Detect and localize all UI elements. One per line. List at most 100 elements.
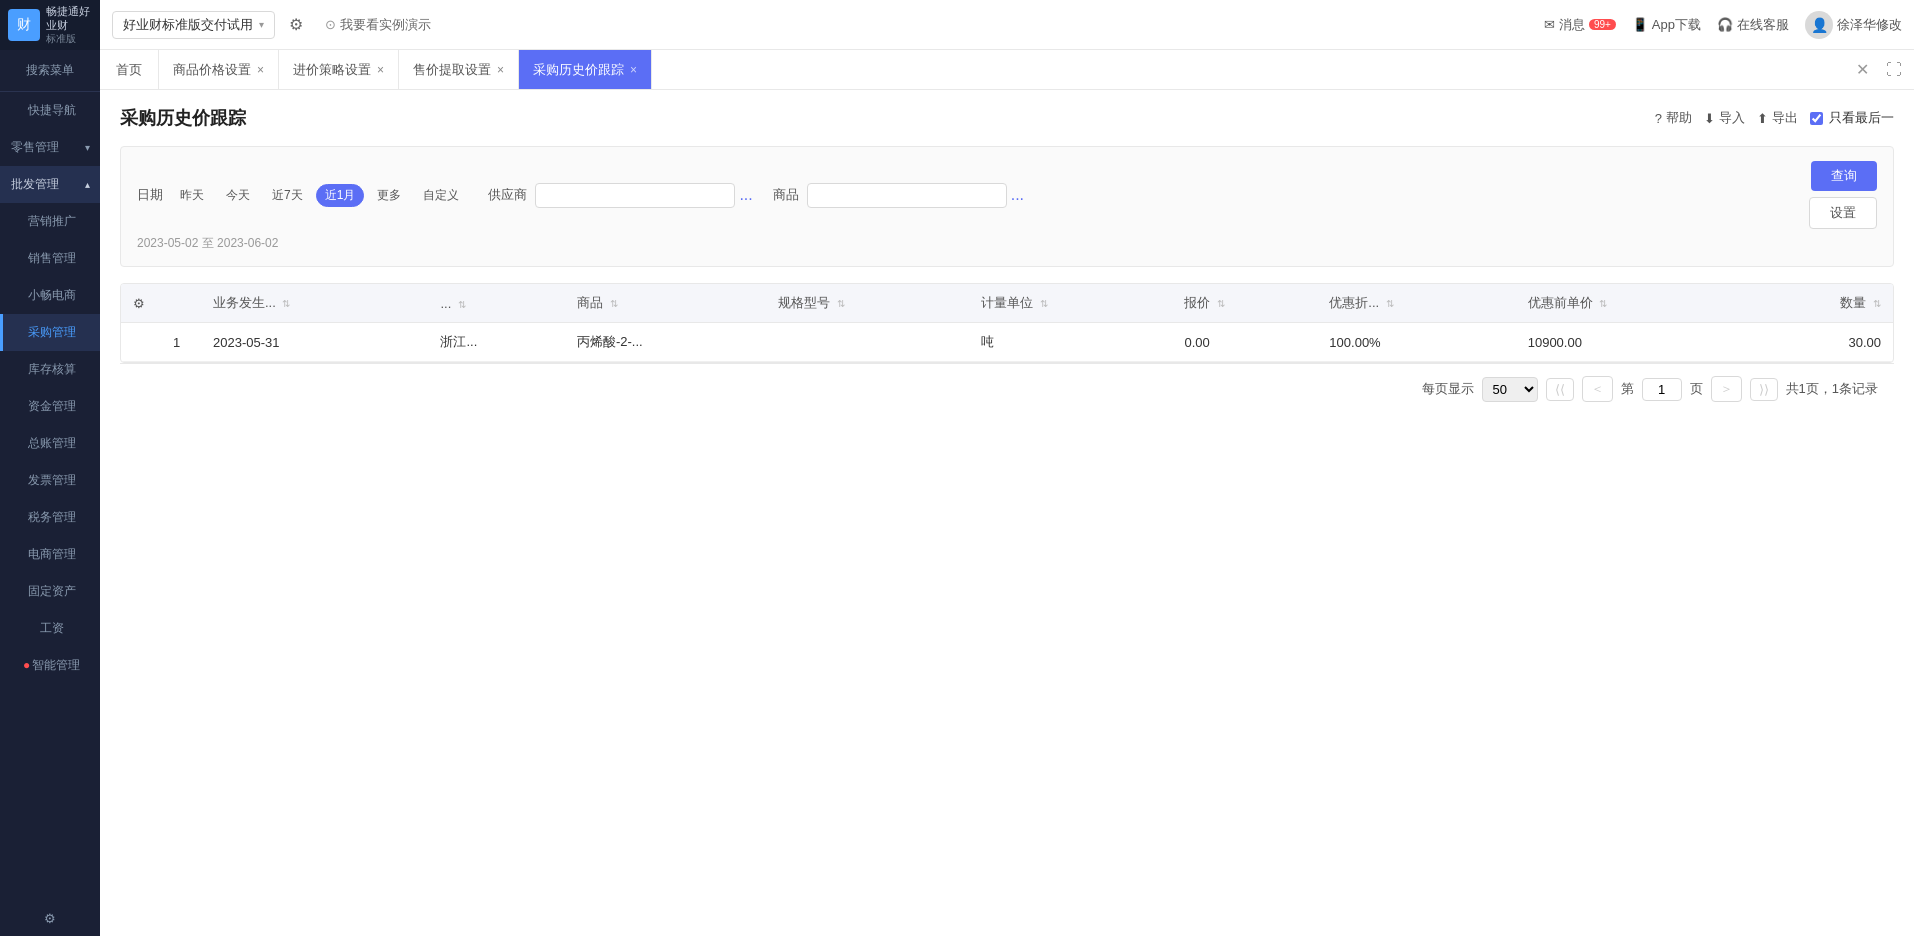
sidebar-item-marketing[interactable]: 营销推广: [0, 203, 100, 240]
tab-price-close[interactable]: ×: [257, 63, 264, 77]
sort-icon-goods: ⇅: [610, 298, 618, 309]
page-input[interactable]: [1642, 378, 1682, 401]
settings-icon-button[interactable]: ⚙: [285, 11, 307, 38]
tab-bar-end: ✕ ⛶: [1842, 58, 1914, 82]
sidebar-item-sales[interactable]: 销售管理: [0, 240, 100, 277]
table-row: 1 2023-05-31 浙江... 丙烯酸-2-... 吨 0.00 100.…: [121, 323, 1893, 362]
date-btn-last1m[interactable]: 近1月: [316, 184, 365, 207]
tab-sale-extract[interactable]: 售价提取设置 ×: [399, 50, 519, 89]
tab-expand-button[interactable]: ⛶: [1882, 58, 1906, 82]
online-service-button[interactable]: 🎧 在线客服: [1717, 16, 1789, 34]
supplier-input[interactable]: [535, 183, 735, 208]
tab-close-all-button[interactable]: ✕: [1850, 58, 1874, 82]
only-last-checkbox[interactable]: [1810, 112, 1823, 125]
row-unit-cell: 吨: [969, 323, 1172, 362]
tab-sale-extract-close[interactable]: ×: [497, 63, 504, 77]
table-col-biz-date[interactable]: 业务发生... ⇅: [201, 284, 428, 323]
table-col-discount[interactable]: 优惠折... ⇅: [1317, 284, 1515, 323]
data-table-wrap: ⚙ 业务发生... ⇅ ... ⇅ 商品 ⇅: [120, 283, 1894, 363]
message-button[interactable]: ✉ 消息 99+: [1544, 16, 1616, 34]
supplier-filter-label: 供应商: [488, 186, 527, 204]
date-btn-today[interactable]: 今天: [217, 184, 259, 207]
app-download-button[interactable]: 📱 App下载: [1632, 16, 1701, 34]
date-btn-custom[interactable]: 自定义: [414, 184, 468, 207]
tab-history-price[interactable]: 采购历史价跟踪 ×: [519, 50, 652, 89]
sidebar-item-tax[interactable]: 税务管理: [0, 499, 100, 536]
sidebar-item-quick-nav[interactable]: 快捷导航: [0, 92, 100, 129]
row-spec-cell: [766, 323, 969, 362]
supplier-dots[interactable]: ...: [739, 186, 752, 204]
supplier-filter-group: 供应商 ...: [488, 183, 752, 208]
row-qty-cell: 30.00: [1748, 323, 1893, 362]
sidebar-item-smart[interactable]: ●智能管理: [0, 647, 100, 684]
tab-history-price-close[interactable]: ×: [630, 63, 637, 77]
search-menu-button[interactable]: 搜索菜单: [8, 58, 92, 83]
goods-input[interactable]: [807, 183, 1007, 208]
tab-home[interactable]: 首页: [100, 50, 159, 89]
sidebar-item-purchase[interactable]: 采购管理: [0, 314, 100, 351]
page-size-select[interactable]: 50 10 20 100: [1482, 377, 1538, 402]
sidebar-item-retail-label: 零售管理: [11, 139, 59, 156]
avatar: 👤: [1805, 11, 1833, 39]
import-icon: ⬇: [1704, 111, 1715, 126]
sidebar-item-invoice[interactable]: 发票管理: [0, 462, 100, 499]
date-btn-yesterday[interactable]: 昨天: [171, 184, 213, 207]
sidebar-item-inventory[interactable]: 库存核算: [0, 351, 100, 388]
table-col-more[interactable]: ... ⇅: [428, 284, 564, 323]
filter-settings-button[interactable]: 设置: [1809, 197, 1877, 229]
page-first-button[interactable]: ⟨⟨: [1546, 378, 1574, 401]
page-prev-button[interactable]: ＜: [1582, 376, 1613, 402]
page-next-button[interactable]: ＞: [1711, 376, 1742, 402]
chevron-right-icon: ▾: [85, 142, 90, 153]
smart-dot: ●: [23, 658, 30, 672]
sidebar-item-finance[interactable]: 资金管理: [0, 388, 100, 425]
pagination-row: 每页显示 50 10 20 100 ⟨⟨ ＜ 第 页 ＞ ⟩⟩ 共1页，1条记录: [120, 363, 1894, 414]
gear-icon: ⚙: [133, 296, 145, 311]
sidebar-settings-button[interactable]: ⚙: [0, 901, 100, 936]
help-button[interactable]: ? 帮助: [1655, 109, 1692, 127]
page-last-button[interactable]: ⟩⟩: [1750, 378, 1778, 401]
sidebar-search[interactable]: 搜索菜单: [0, 50, 100, 92]
app-logo: 财 畅捷通好业财 标准版: [0, 0, 100, 50]
sidebar-item-ledger[interactable]: 总账管理: [0, 425, 100, 462]
goods-dots[interactable]: ...: [1011, 186, 1024, 204]
top-header: 好业财标准版交付试用 ▾ ⚙ 我要看实例演示 ✉ 消息 99+ 📱 App下载 …: [100, 0, 1914, 50]
export-icon: ⬆: [1757, 111, 1768, 126]
tab-purchase-strategy-close[interactable]: ×: [377, 63, 384, 77]
sidebar-item-retail[interactable]: 零售管理 ▾: [0, 129, 100, 166]
sidebar-item-ecommerce-small[interactable]: 小畅电商: [0, 277, 100, 314]
filter-row: 日期 昨天 今天 近7天 近1月 更多 自定义 供应商: [137, 161, 1877, 229]
date-btn-more[interactable]: 更多: [368, 184, 410, 207]
demo-link[interactable]: 我要看实例演示: [325, 16, 431, 34]
filter-area: 日期 昨天 今天 近7天 近1月 更多 自定义 供应商: [120, 146, 1894, 267]
message-icon: ✉: [1544, 17, 1555, 32]
table-col-quote[interactable]: 报价 ⇅: [1172, 284, 1317, 323]
import-button[interactable]: ⬇ 导入: [1704, 109, 1745, 127]
message-badge: 99+: [1589, 19, 1616, 30]
export-button[interactable]: ⬆ 导出: [1757, 109, 1798, 127]
query-button[interactable]: 查询: [1811, 161, 1877, 191]
row-goods-cell: 丙烯酸-2-...: [565, 323, 766, 362]
sidebar-item-wholesale[interactable]: 批发管理 ▴: [0, 166, 100, 203]
table-col-pre-discount-price[interactable]: 优惠前单价 ⇅: [1516, 284, 1748, 323]
sidebar-item-salary[interactable]: 工资: [0, 610, 100, 647]
tab-purchase-strategy[interactable]: 进价策略设置 ×: [279, 50, 399, 89]
table-col-spec[interactable]: 规格型号 ⇅: [766, 284, 969, 323]
chevron-up-icon: ▴: [85, 179, 90, 190]
page-label-prefix: 第: [1621, 380, 1634, 398]
user-button[interactable]: 👤 徐泽华修改: [1805, 11, 1902, 39]
table-col-unit[interactable]: 计量单位 ⇅: [969, 284, 1172, 323]
tab-price[interactable]: 商品价格设置 ×: [159, 50, 279, 89]
sidebar-item-wholesale-label: 批发管理: [11, 176, 59, 193]
sidebar-item-fixed-assets[interactable]: 固定资产: [0, 573, 100, 610]
sort-icon-qty: ⇅: [1873, 298, 1881, 309]
table-body: 1 2023-05-31 浙江... 丙烯酸-2-... 吨 0.00 100.…: [121, 323, 1893, 362]
row-pre-discount-price-cell: 10900.00: [1516, 323, 1748, 362]
sidebar-item-ecommerce[interactable]: 电商管理: [0, 536, 100, 573]
version-selector[interactable]: 好业财标准版交付试用 ▾: [112, 11, 275, 39]
help-icon: ?: [1655, 111, 1662, 126]
table-col-goods[interactable]: 商品 ⇅: [565, 284, 766, 323]
table-col-gear[interactable]: ⚙: [121, 284, 161, 323]
table-col-qty[interactable]: 数量 ⇅: [1748, 284, 1893, 323]
date-btn-last7[interactable]: 近7天: [263, 184, 312, 207]
